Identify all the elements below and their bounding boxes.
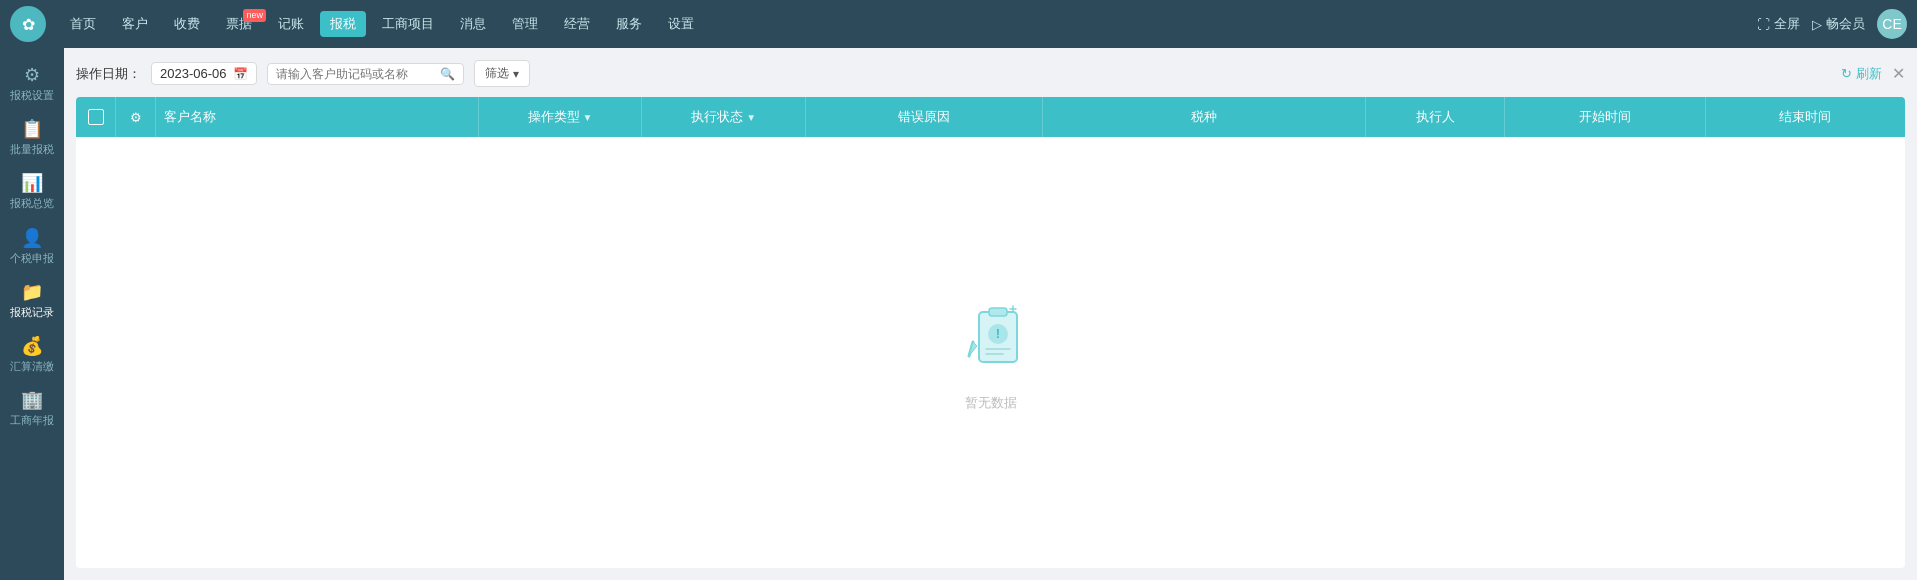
sidebar-icon: ⚙: [21, 64, 43, 86]
th-executor: 执行人: [1366, 97, 1505, 137]
content-area: 操作日期： 2023-06-06 📅 🔍 筛选 ▾ ↻ 刷新 ✕: [64, 48, 1917, 580]
search-icon[interactable]: 🔍: [440, 67, 455, 81]
th-end-time: 结束时间: [1706, 97, 1905, 137]
nav-item-收费[interactable]: 收费: [164, 11, 210, 37]
nav-item-管理[interactable]: 管理: [502, 11, 548, 37]
avatar-text: CE: [1882, 16, 1901, 32]
nav-item-票据[interactable]: 票据new: [216, 11, 262, 37]
th-error: 错误原因: [806, 97, 1043, 137]
th-client: 客户名称: [156, 97, 479, 137]
fullscreen-button[interactable]: ⛶ 全屏: [1757, 15, 1800, 33]
refresh-label: 刷新: [1856, 65, 1882, 83]
svg-text:!: !: [995, 326, 999, 341]
nav-items: 首页客户收费票据new记账报税工商项目消息管理经营服务设置: [60, 11, 1757, 37]
toolbar-right: ↻ 刷新 ✕: [1841, 64, 1905, 83]
nav-item-工商项目[interactable]: 工商项目: [372, 11, 444, 37]
sidebar-icon: 👤: [21, 227, 43, 249]
search-input[interactable]: [276, 67, 436, 81]
empty-text: 暂无数据: [965, 394, 1017, 412]
sidebar-item-报税总览[interactable]: 📊 报税总览: [0, 164, 64, 218]
nav-item-首页[interactable]: 首页: [60, 11, 106, 37]
settings-icon[interactable]: ⚙: [130, 110, 142, 125]
th-tax-type-label: 税种: [1191, 108, 1217, 126]
close-button[interactable]: ✕: [1892, 64, 1905, 83]
date-picker[interactable]: 2023-06-06 📅: [151, 62, 257, 85]
video-icon: ▷: [1812, 17, 1822, 32]
sort-icon-op-type[interactable]: ▼: [583, 112, 593, 123]
sidebar-label: 工商年报: [10, 414, 54, 427]
th-executor-label: 执行人: [1416, 108, 1455, 126]
sidebar-icon: 📊: [21, 172, 43, 194]
member-label: 畅会员: [1826, 15, 1865, 33]
member-button[interactable]: ▷ 畅会员: [1812, 15, 1865, 33]
th-client-label: 客户名称: [164, 108, 216, 126]
select-all-checkbox[interactable]: [88, 109, 104, 125]
fullscreen-label: 全屏: [1774, 15, 1800, 33]
date-value: 2023-06-06: [160, 66, 227, 81]
th-op-type-label: 操作类型: [528, 108, 580, 126]
th-error-label: 错误原因: [898, 108, 950, 126]
sort-icon-exec-status[interactable]: ▼: [746, 112, 756, 123]
sidebar-label: 个税申报: [10, 252, 54, 265]
sidebar-label: 报税记录: [10, 306, 54, 319]
empty-illustration: !: [951, 294, 1031, 384]
sidebar-item-批量报税[interactable]: 📋 批量报税: [0, 110, 64, 164]
sidebar-item-报税记录[interactable]: 📁 报税记录: [0, 273, 64, 327]
nav-item-记账[interactable]: 记账: [268, 11, 314, 37]
sidebar-icon: 📁: [21, 281, 43, 303]
th-exec-status-label: 执行状态: [691, 108, 743, 126]
refresh-icon: ↻: [1841, 66, 1852, 81]
th-start-time-label: 开始时间: [1579, 108, 1631, 126]
sidebar: ⚙ 报税设置 📋 批量报税 📊 报税总览 👤 个税申报 📁 报税记录 💰 汇算清缴 🏢 工商年报: [0, 48, 64, 580]
sidebar-item-工商年报[interactable]: 🏢 工商年报: [0, 381, 64, 435]
sidebar-icon: 📋: [21, 118, 43, 140]
svg-rect-3: [989, 308, 1007, 316]
top-nav: ✿ 首页客户收费票据new记账报税工商项目消息管理经营服务设置 ⛶ 全屏 ▷ 畅…: [0, 0, 1917, 48]
toolbar: 操作日期： 2023-06-06 📅 🔍 筛选 ▾ ↻ 刷新 ✕: [76, 60, 1905, 87]
sidebar-label: 批量报税: [10, 143, 54, 156]
nav-item-设置[interactable]: 设置: [658, 11, 704, 37]
nav-item-服务[interactable]: 服务: [606, 11, 652, 37]
logo[interactable]: ✿: [10, 6, 46, 42]
th-tax-type: 税种: [1043, 97, 1366, 137]
table-container: ⚙ 客户名称 操作类型 ▼ 执行状态 ▼ 错误原因 税种: [76, 97, 1905, 568]
sidebar-item-汇算清缴[interactable]: 💰 汇算清缴: [0, 327, 64, 381]
filter-label: 筛选: [485, 65, 509, 82]
th-exec-status: 执行状态 ▼: [642, 97, 806, 137]
sidebar-label: 报税设置: [10, 89, 54, 102]
badge-new: new: [243, 9, 266, 22]
filter-button[interactable]: 筛选 ▾: [474, 60, 530, 87]
nav-item-经营[interactable]: 经营: [554, 11, 600, 37]
sidebar-item-报税设置[interactable]: ⚙ 报税设置: [0, 56, 64, 110]
sidebar-icon: 💰: [21, 335, 43, 357]
th-settings: ⚙: [116, 97, 156, 137]
nav-item-消息[interactable]: 消息: [450, 11, 496, 37]
sidebar-label: 汇算清缴: [10, 360, 54, 373]
sidebar-label: 报税总览: [10, 197, 54, 210]
th-checkbox: [76, 97, 116, 137]
main-layout: ⚙ 报税设置 📋 批量报税 📊 报税总览 👤 个税申报 📁 报税记录 💰 汇算清缴 🏢 工商年报 操作日期…: [0, 48, 1917, 580]
table-header: ⚙ 客户名称 操作类型 ▼ 执行状态 ▼ 错误原因 税种: [76, 97, 1905, 137]
calendar-icon: 📅: [233, 67, 248, 81]
search-box: 🔍: [267, 63, 464, 85]
table-scroll[interactable]: ! 暂无数据: [76, 137, 1905, 568]
refresh-button[interactable]: ↻ 刷新: [1841, 65, 1882, 83]
th-end-time-label: 结束时间: [1779, 108, 1831, 126]
empty-state: ! 暂无数据: [76, 137, 1905, 568]
fullscreen-icon: ⛶: [1757, 17, 1770, 32]
date-label: 操作日期：: [76, 65, 141, 83]
nav-item-报税[interactable]: 报税: [320, 11, 366, 37]
chevron-down-icon: ▾: [513, 67, 519, 81]
avatar[interactable]: CE: [1877, 9, 1907, 39]
nav-item-客户[interactable]: 客户: [112, 11, 158, 37]
sidebar-item-个税申报[interactable]: 👤 个税申报: [0, 219, 64, 273]
th-op-type: 操作类型 ▼: [479, 97, 643, 137]
sidebar-icon: 🏢: [21, 389, 43, 411]
nav-right: ⛶ 全屏 ▷ 畅会员 CE: [1757, 9, 1907, 39]
th-start-time: 开始时间: [1505, 97, 1705, 137]
